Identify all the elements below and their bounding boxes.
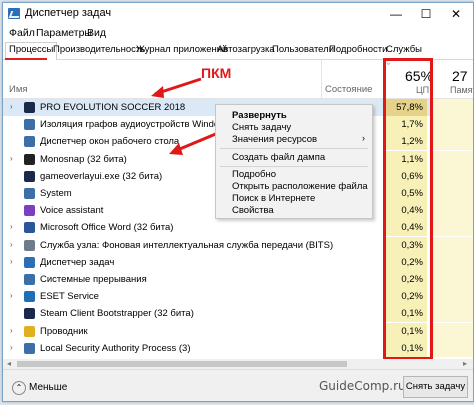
footer-bar: ⌃ Меньше GuideComp.ru Снять задачу: [3, 369, 473, 401]
column-name[interactable]: Имя: [9, 84, 28, 95]
menu-options[interactable]: Параметры: [36, 27, 92, 39]
menu-view[interactable]: Вид: [87, 27, 106, 39]
title-bar[interactable]: Диспетчер задач — ☐ ✕: [3, 3, 473, 25]
annotation-right-click-label: ПКМ: [201, 65, 232, 81]
process-name: Проводник: [40, 325, 88, 337]
process-name: System: [40, 188, 72, 199]
ctx-end-task[interactable]: Снять задачу: [232, 122, 291, 133]
process-icon: [24, 136, 35, 148]
menu-bar: Файл Параметры Вид: [3, 25, 473, 42]
process-name: PRO EVOLUTION SOCCER 2018: [40, 102, 186, 113]
process-icon: [24, 170, 35, 182]
process-name: Системные прерывания: [40, 274, 147, 285]
process-name: Monosnap (32 бита): [40, 153, 127, 165]
process-memory: [431, 288, 473, 306]
expand-chevron-icon[interactable]: ›: [10, 102, 13, 111]
process-name: Диспетчер задач: [40, 256, 115, 268]
process-name: Изоляция графов аудиоустройств Windows: [40, 119, 231, 131]
column-status[interactable]: Состояние: [325, 84, 372, 95]
process-icon: [24, 222, 35, 234]
process-memory: [431, 305, 473, 323]
tab-startup[interactable]: Автозагрузка: [217, 44, 275, 55]
submenu-chevron-icon: ›: [362, 133, 365, 143]
window-title: Диспетчер задач: [25, 7, 112, 19]
ctx-search-online[interactable]: Поиск в Интернете: [232, 193, 315, 204]
process-name: Voice assistant: [40, 205, 104, 217]
scroll-left-icon[interactable]: ◂: [7, 359, 11, 368]
process-memory: [431, 116, 473, 134]
process-name: ESET Service: [40, 291, 99, 303]
close-button[interactable]: ✕: [441, 3, 471, 25]
scrollbar-thumb[interactable]: [17, 361, 347, 367]
menu-separator: [220, 148, 368, 149]
process-name: Служба узла: Фоновая интеллектуальная сл…: [40, 239, 334, 251]
tab-app-history[interactable]: Журнал приложений: [136, 44, 227, 55]
expand-chevron-icon[interactable]: ›: [10, 291, 13, 300]
process-icon: [24, 342, 35, 354]
process-memory: [431, 185, 473, 202]
process-memory: [431, 150, 473, 168]
watermark-brand: GuideComp.ru: [319, 379, 406, 393]
process-memory: [431, 236, 473, 254]
ctx-details[interactable]: Подробно: [232, 169, 276, 180]
process-memory: [431, 339, 473, 357]
process-memory: [431, 271, 473, 288]
task-manager-window: Диспетчер задач — ☐ ✕ Файл Параметры Вид…: [2, 2, 474, 402]
expand-chevron-icon[interactable]: ›: [10, 154, 13, 163]
process-memory: [431, 322, 473, 340]
task-manager-icon: [8, 8, 20, 19]
process-memory: [431, 133, 473, 151]
process-icon: [24, 153, 35, 165]
tab-services[interactable]: Службы: [386, 44, 422, 55]
screenshot-root: Диспетчер задач — ☐ ✕ Файл Параметры Вид…: [0, 0, 474, 405]
tab-performance[interactable]: Производительность: [53, 44, 145, 55]
memory-total-percent: 27: [452, 68, 468, 84]
cpu-column-highlight-box: [383, 58, 433, 360]
menu-separator: [220, 166, 368, 167]
process-icon: [24, 119, 35, 131]
process-memory: [431, 99, 473, 116]
process-icon: [24, 274, 35, 285]
ctx-expand[interactable]: Развернуть: [232, 110, 287, 121]
expand-chevron-icon[interactable]: ›: [10, 326, 13, 335]
end-task-button[interactable]: Снять задачу: [403, 376, 468, 398]
process-name: gameoverlayui.exe (32 бита): [40, 170, 163, 182]
scroll-right-icon[interactable]: ▸: [463, 359, 467, 368]
process-icon: [24, 205, 35, 217]
ctx-properties[interactable]: Свойства: [232, 205, 274, 216]
expand-chevron-icon[interactable]: ›: [10, 222, 13, 231]
ctx-open-file-location[interactable]: Открыть расположение файла: [232, 181, 368, 192]
column-divider[interactable]: [321, 60, 322, 98]
expand-chevron-icon[interactable]: ›: [10, 257, 13, 266]
expand-chevron-icon[interactable]: ›: [10, 343, 13, 352]
process-icon: [24, 256, 35, 268]
process-icon: [24, 308, 35, 320]
minimize-button[interactable]: —: [381, 3, 411, 25]
process-name: Microsoft Office Word (32 бита): [40, 222, 174, 234]
tab-details[interactable]: Подробности: [329, 44, 387, 55]
menu-file[interactable]: Файл: [9, 27, 35, 39]
process-icon: [24, 102, 35, 113]
collapse-icon[interactable]: ⌃: [12, 381, 26, 395]
ctx-resource-values[interactable]: Значения ресурсов: [232, 134, 317, 145]
expand-chevron-icon[interactable]: ›: [10, 240, 13, 249]
process-name: Local Security Authority Process (3): [40, 342, 191, 354]
process-icon: [24, 291, 35, 303]
fewer-details-link[interactable]: Меньше: [29, 382, 67, 393]
column-memory[interactable]: Памят: [450, 85, 473, 95]
maximize-button[interactable]: ☐: [411, 3, 441, 25]
process-icon: [24, 325, 35, 337]
process-name: Диспетчер окон рабочего стола: [40, 136, 180, 148]
tab-users[interactable]: Пользователи: [272, 44, 334, 55]
process-icon: [24, 188, 35, 199]
process-memory: [431, 202, 473, 220]
context-menu: Развернуть Снять задачу Значения ресурсо…: [215, 104, 373, 219]
process-name: Steam Client Bootstrapper (32 бита): [40, 308, 194, 320]
process-memory: [431, 219, 473, 237]
ctx-create-dump[interactable]: Создать файл дампа: [232, 152, 325, 163]
process-icon: [24, 239, 35, 251]
process-memory: [431, 167, 473, 185]
horizontal-scrollbar[interactable]: ◂ ▸: [3, 359, 473, 369]
process-memory: [431, 253, 473, 271]
